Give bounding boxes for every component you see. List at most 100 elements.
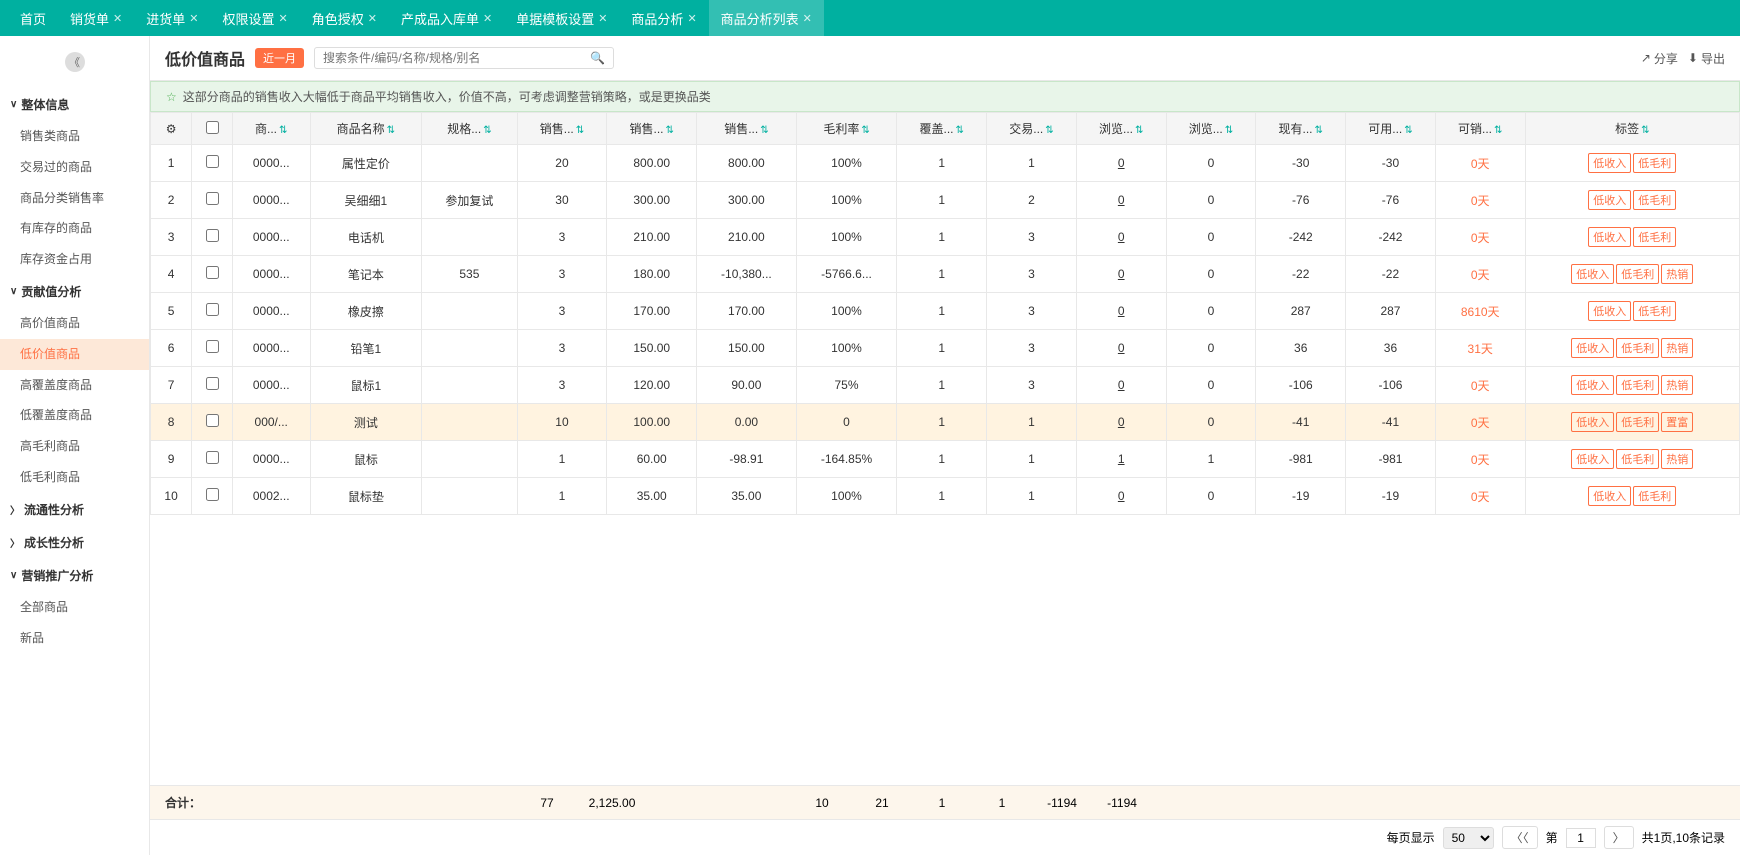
nav-home[interactable]: 首页 <box>8 0 58 36</box>
browse1-link[interactable]: 0 <box>1118 489 1125 503</box>
nav-permission[interactable]: 权限设置 ✕ <box>210 0 299 36</box>
col-code[interactable]: 商...⇅ <box>232 113 310 145</box>
nav-purchase[interactable]: 进货单 ✕ <box>134 0 210 36</box>
per-page-select[interactable]: 50 100 200 <box>1443 827 1494 849</box>
nav-product-analysis-close[interactable]: ✕ <box>687 12 696 25</box>
col-stock[interactable]: 现有...⇅ <box>1256 113 1346 145</box>
row-checkbox[interactable] <box>206 192 219 205</box>
col-name[interactable]: 商品名称⇅ <box>310 113 422 145</box>
col-sales1[interactable]: 销售...⇅ <box>607 113 697 145</box>
row-checkbox[interactable] <box>206 303 219 316</box>
row-checkbox[interactable] <box>206 340 219 353</box>
sidebar-group-marketing[interactable]: ∨ 营销推广分析 <box>0 559 149 592</box>
nav-permission-close[interactable]: ✕ <box>279 12 288 25</box>
cell-checkbox[interactable] <box>192 219 233 256</box>
sidebar-item-high-coverage[interactable]: 高覆盖度商品 <box>0 370 149 401</box>
cell-browse1[interactable]: 0 <box>1076 478 1166 515</box>
nav-role[interactable]: 角色授权 ✕ <box>300 0 389 36</box>
cell-browse1[interactable]: 0 <box>1076 182 1166 219</box>
sidebar-item-traded-products[interactable]: 交易过的商品 <box>0 152 149 183</box>
row-checkbox[interactable] <box>206 451 219 464</box>
sidebar-item-category-sales[interactable]: 商品分类销售率 <box>0 183 149 214</box>
search-box[interactable]: 🔍 <box>314 47 614 69</box>
search-input[interactable] <box>323 51 586 65</box>
sidebar-item-stock-products[interactable]: 有库存的商品 <box>0 213 149 244</box>
sidebar-group-overall[interactable]: ∨ 整体信息 <box>0 88 149 121</box>
sidebar-group-growth[interactable]: 〉 成长性分析 <box>0 526 149 559</box>
browse1-link[interactable]: 0 <box>1118 230 1125 244</box>
sidebar-group-contribution[interactable]: ∨ 贡献值分析 <box>0 275 149 308</box>
sidebar-item-stock-capital[interactable]: 库存资金占用 <box>0 244 149 275</box>
sidebar-item-new-products[interactable]: 新品 <box>0 623 149 654</box>
first-page-btn[interactable]: 〈〈 <box>1502 826 1538 849</box>
col-available[interactable]: 可用...⇅ <box>1346 113 1436 145</box>
nav-template-close[interactable]: ✕ <box>598 12 607 25</box>
browse1-link[interactable]: 0 <box>1118 267 1125 281</box>
nav-product-in-close[interactable]: ✕ <box>483 12 492 25</box>
cell-browse1[interactable]: 0 <box>1076 367 1166 404</box>
cell-checkbox[interactable] <box>192 145 233 182</box>
col-tags[interactable]: 标签⇅ <box>1525 113 1739 145</box>
cell-browse1[interactable]: 0 <box>1076 219 1166 256</box>
cell-checkbox[interactable] <box>192 441 233 478</box>
nav-product-analysis[interactable]: 商品分析 ✕ <box>619 0 708 36</box>
sidebar-item-high-margin[interactable]: 高毛利商品 <box>0 431 149 462</box>
cell-checkbox[interactable] <box>192 367 233 404</box>
filter-button[interactable]: 近一月 <box>255 48 304 68</box>
table-container[interactable]: ⚙ 商...⇅ 商品名称⇅ 规格...⇅ 销售...⇅ 销售...⇅ 销售...… <box>150 112 1740 785</box>
sidebar-item-low-coverage[interactable]: 低覆盖度商品 <box>0 400 149 431</box>
col-sellable[interactable]: 可销...⇅ <box>1435 113 1525 145</box>
cell-checkbox[interactable] <box>192 478 233 515</box>
sidebar-item-low-value[interactable]: 低价值商品 <box>0 339 149 370</box>
nav-analysis-list-close[interactable]: ✕ <box>803 12 812 25</box>
share-button[interactable]: ↗ 分享 <box>1641 50 1678 67</box>
export-button[interactable]: ⬇ 导出 <box>1688 50 1725 67</box>
row-checkbox[interactable] <box>206 155 219 168</box>
cell-browse1[interactable]: 0 <box>1076 145 1166 182</box>
cell-checkbox[interactable] <box>192 404 233 441</box>
row-checkbox[interactable] <box>206 229 219 242</box>
row-checkbox[interactable] <box>206 414 219 427</box>
nav-template[interactable]: 单据模板设置 ✕ <box>504 0 619 36</box>
cell-browse1[interactable]: 1 <box>1076 441 1166 478</box>
sidebar-item-low-margin[interactable]: 低毛利商品 <box>0 462 149 493</box>
page-input[interactable] <box>1566 828 1596 848</box>
cell-checkbox[interactable] <box>192 256 233 293</box>
sidebar-item-sales-products[interactable]: 销售类商品 <box>0 121 149 152</box>
col-coverage[interactable]: 覆盖...⇅ <box>897 113 987 145</box>
sidebar-item-all-products[interactable]: 全部商品 <box>0 592 149 623</box>
cell-checkbox[interactable] <box>192 182 233 219</box>
col-trade[interactable]: 交易...⇅ <box>987 113 1077 145</box>
nav-sales[interactable]: 销货单 ✕ <box>58 0 134 36</box>
cell-checkbox[interactable] <box>192 293 233 330</box>
nav-product-in[interactable]: 产成品入库单 ✕ <box>389 0 504 36</box>
sidebar-collapse-btn[interactable]: 《 <box>65 52 85 72</box>
row-checkbox[interactable] <box>206 488 219 501</box>
col-browse1[interactable]: 浏览...⇅ <box>1076 113 1166 145</box>
col-spec[interactable]: 规格...⇅ <box>422 113 517 145</box>
browse1-link[interactable]: 0 <box>1118 415 1125 429</box>
col-settings[interactable]: ⚙ <box>151 113 192 145</box>
cell-checkbox[interactable] <box>192 330 233 367</box>
cell-browse1[interactable]: 0 <box>1076 404 1166 441</box>
col-qty[interactable]: 销售...⇅ <box>517 113 607 145</box>
col-browse2[interactable]: 浏览...⇅ <box>1166 113 1256 145</box>
browse1-link[interactable]: 1 <box>1118 452 1125 466</box>
cell-browse1[interactable]: 0 <box>1076 330 1166 367</box>
col-checkbox[interactable] <box>192 113 233 145</box>
cell-browse1[interactable]: 0 <box>1076 293 1166 330</box>
browse1-link[interactable]: 0 <box>1118 156 1125 170</box>
nav-role-close[interactable]: ✕ <box>368 12 377 25</box>
row-checkbox[interactable] <box>206 377 219 390</box>
browse1-link[interactable]: 0 <box>1118 378 1125 392</box>
browse1-link[interactable]: 0 <box>1118 304 1125 318</box>
cell-browse1[interactable]: 0 <box>1076 256 1166 293</box>
nav-purchase-close[interactable]: ✕ <box>189 12 198 25</box>
row-checkbox[interactable] <box>206 266 219 279</box>
col-margin[interactable]: 毛利率⇅ <box>796 113 897 145</box>
sidebar-group-flow[interactable]: 〉 流通性分析 <box>0 493 149 526</box>
sidebar-item-high-value[interactable]: 高价值商品 <box>0 308 149 339</box>
browse1-link[interactable]: 0 <box>1118 341 1125 355</box>
select-all-checkbox[interactable] <box>206 121 219 134</box>
nav-analysis-list[interactable]: 商品分析列表 ✕ <box>709 0 824 36</box>
